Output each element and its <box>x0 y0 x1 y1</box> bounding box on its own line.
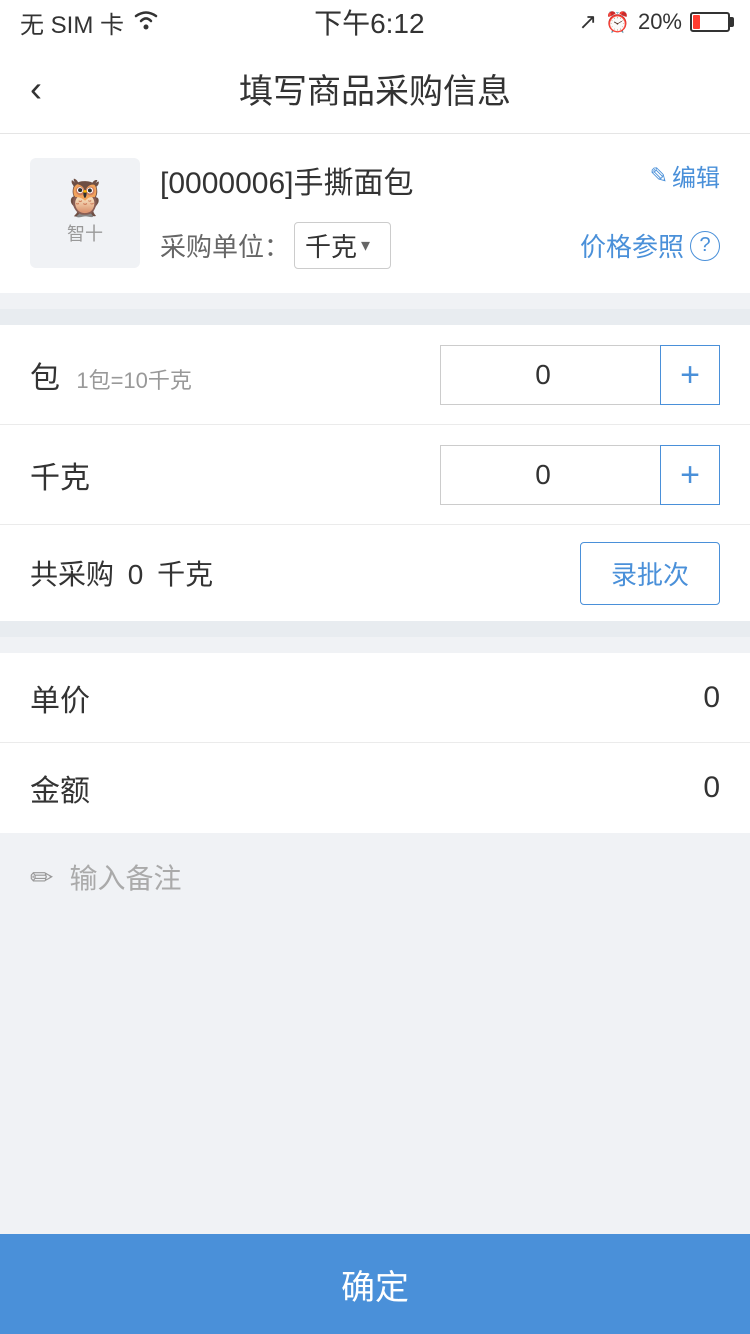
price-info-section: 单价 0 金额 0 <box>0 653 750 833</box>
remark-placeholder: 输入备注 <box>69 857 181 897</box>
bag-sublabel: 1包=10千克 <box>76 368 192 393</box>
amount-row: 金额 0 <box>0 743 750 833</box>
kg-input-wrapper: + <box>440 445 720 505</box>
bag-plus-button[interactable]: + <box>660 345 720 405</box>
wifi-icon <box>132 8 160 37</box>
product-image-brand: 智十 <box>67 220 103 246</box>
battery-percent: 20% <box>638 9 682 35</box>
amount-value: 0 <box>703 771 720 805</box>
kg-input-row: 千克 + <box>0 425 750 525</box>
help-icon: ? <box>690 231 720 261</box>
bag-input[interactable] <box>440 345 660 405</box>
product-unit-row: 采购单位： 千克 ▾ 价格参照 ? <box>160 222 720 269</box>
pencil-icon: ✏ <box>30 861 53 894</box>
input-section: 包 1包=10千克 + 千克 + <box>0 325 750 525</box>
kg-plus-button[interactable]: + <box>660 445 720 505</box>
product-name: [0000006]手撕面包 <box>160 158 413 202</box>
bag-label: 包 1包=10千克 <box>30 353 440 397</box>
record-batch-button[interactable]: 录批次 <box>580 542 720 605</box>
status-bar: 无 SIM 卡 下午6:12 ↗ ⏰ 20% <box>0 0 750 44</box>
confirm-button[interactable]: 确定 <box>0 1234 750 1334</box>
kg-label: 千克 <box>30 453 440 497</box>
product-image: 🦉 智十 <box>30 158 140 268</box>
total-text: 共采购 0 千克 <box>30 553 213 593</box>
section-divider-2 <box>0 621 750 637</box>
unit-label: 采购单位： <box>160 227 290 264</box>
total-row: 共采购 0 千克 录批次 <box>0 525 750 621</box>
dropdown-arrow-icon: ▾ <box>361 235 370 256</box>
page-title: 填写商品采购信息 <box>239 64 511 113</box>
product-header: [0000006]手撕面包 ✎ 编辑 <box>160 158 720 202</box>
battery-icon <box>690 12 730 32</box>
remark-section[interactable]: ✏ 输入备注 <box>0 833 750 921</box>
alarm-icon: ⏰ <box>605 10 630 35</box>
section-divider-1 <box>0 309 750 325</box>
edit-button[interactable]: ✎ 编辑 <box>650 158 720 193</box>
bag-input-wrapper: + <box>440 345 720 405</box>
edit-icon: ✎ <box>650 163 668 189</box>
product-info: [0000006]手撕面包 ✎ 编辑 采购单位： 千克 ▾ 价格参照 ? <box>160 158 720 269</box>
time-display: 下午6:12 <box>314 2 425 42</box>
location-icon: ↗ <box>579 9 597 35</box>
amount-label: 金额 <box>30 766 90 810</box>
carrier-text: 无 SIM 卡 <box>20 5 124 40</box>
product-card: 🦉 智十 [0000006]手撕面包 ✎ 编辑 采购单位： 千克 ▾ <box>0 134 750 293</box>
unit-select[interactable]: 千克 ▾ <box>294 222 391 269</box>
back-button[interactable]: ‹ <box>30 68 42 110</box>
kg-input[interactable] <box>440 445 660 505</box>
status-left: 无 SIM 卡 <box>20 5 160 40</box>
unit-price-row: 单价 0 <box>0 653 750 743</box>
unit-price-label: 单价 <box>30 676 90 720</box>
unit-price-value: 0 <box>703 681 720 715</box>
price-reference-button[interactable]: 价格参照 ? <box>580 227 720 264</box>
nav-bar: ‹ 填写商品采购信息 <box>0 44 750 134</box>
product-owl-icon: 🦉 <box>63 180 108 216</box>
bag-input-row: 包 1包=10千克 + <box>0 325 750 425</box>
status-right: ↗ ⏰ 20% <box>579 9 730 35</box>
